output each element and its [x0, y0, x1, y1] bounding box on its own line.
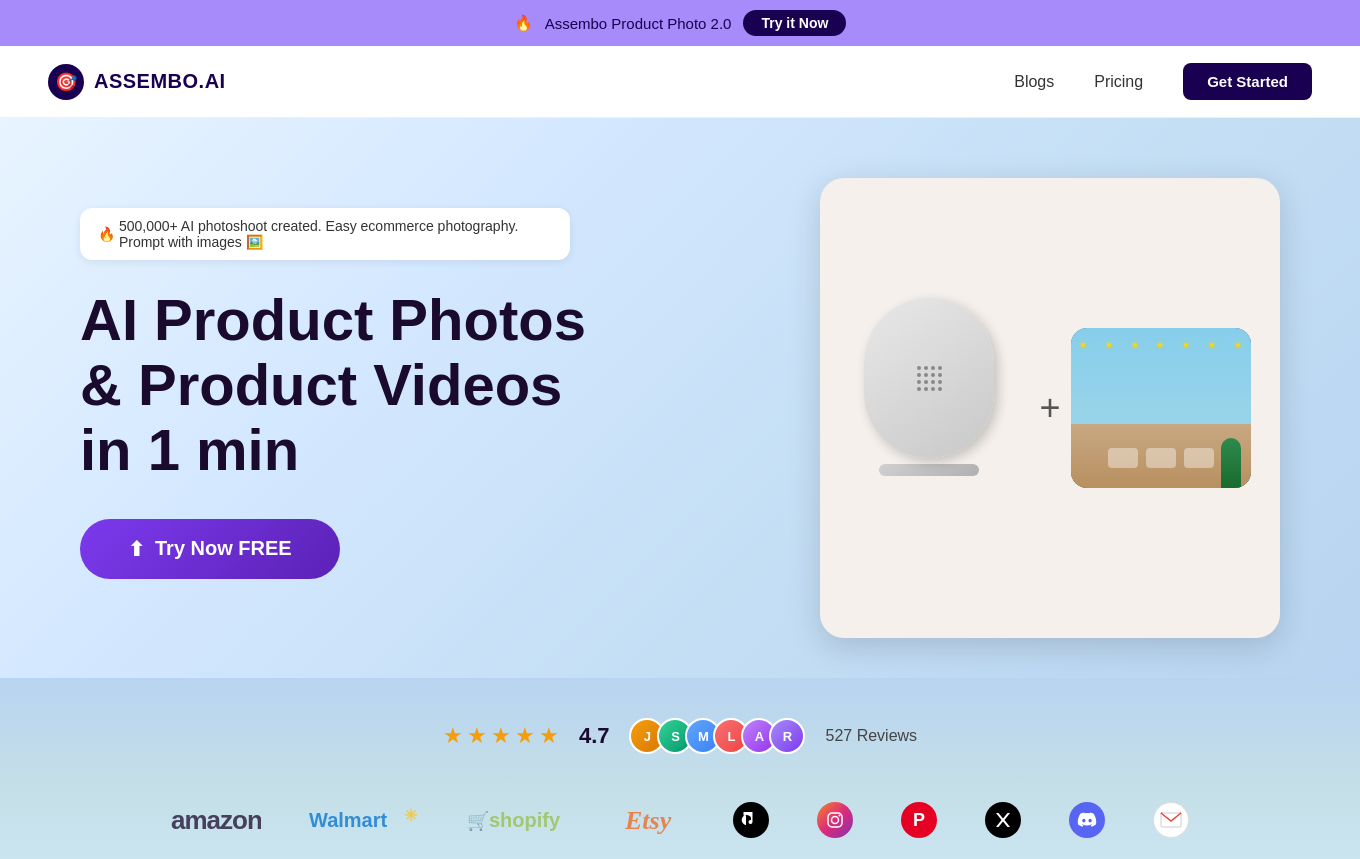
svg-text:✳: ✳ [404, 807, 418, 824]
navbar: 🎯 ASSEMBO.AI Blogs Pricing Get Started [0, 46, 1360, 118]
speaker-base [879, 464, 979, 476]
svg-text:Etsy: Etsy [625, 806, 672, 835]
nav-pricing[interactable]: Pricing [1094, 73, 1143, 91]
background-scene-card [1071, 328, 1251, 488]
scene-lights [1071, 343, 1251, 347]
nav-blogs[interactable]: Blogs [1014, 73, 1054, 91]
logo-area: 🎯 ASSEMBO.AI [48, 64, 226, 100]
top-banner: 🔥 Assembo Product Photo 2.0 Try it Now [0, 0, 1360, 46]
speaker-product [849, 298, 1009, 518]
reviews-count: 527 Reviews [825, 727, 917, 745]
star-2: ★ [467, 723, 487, 749]
banner-fire-emoji: 🔥 [514, 14, 533, 32]
brand-walmart: Walmart ✳ [309, 805, 419, 835]
brand-gmail [1153, 802, 1189, 838]
speaker-body [864, 298, 994, 458]
hero-title-line2: & Product Videos [80, 352, 562, 417]
hero-image-content: + [820, 178, 1280, 638]
svg-text:Walmart: Walmart [309, 809, 388, 831]
reviews-row: ★ ★ ★ ★ ★ 4.7 J S M L A R 527 Reviews [443, 718, 917, 754]
try-now-free-button[interactable]: ⬆ Try Now FREE [80, 519, 340, 579]
hero-product-image: + [820, 178, 1280, 638]
hero-title-line1: AI Product Photos [80, 287, 586, 352]
brand-instagram [817, 802, 853, 838]
rating-number: 4.7 [579, 723, 610, 749]
star-4: ★ [515, 723, 535, 749]
logo-text: ASSEMBO.AI [94, 70, 226, 93]
brands-row: amazon Walmart ✳ shopify 🛒 Etsy [171, 802, 1189, 838]
hero-title: AI Product Photos & Product Videos in 1 … [80, 288, 660, 483]
brand-discord [1069, 802, 1105, 838]
brand-twitter-x [985, 802, 1021, 838]
banner-text: Assembo Product Photo 2.0 [545, 15, 732, 32]
try-now-label: Try Now FREE [155, 537, 292, 560]
brand-shopify: shopify 🛒 [467, 805, 577, 835]
badge-fire: 🔥 [98, 226, 119, 242]
speaker-grille [917, 366, 942, 391]
try-now-icon: ⬆ [128, 537, 145, 561]
star-3: ★ [491, 723, 511, 749]
svg-text:amazon: amazon [171, 805, 261, 835]
brand-tiktok [733, 802, 769, 838]
hero-section: 🔥 500,000+ AI photoshoot created. Easy e… [0, 118, 1360, 678]
get-started-button[interactable]: Get Started [1183, 63, 1312, 100]
hero-left: 🔥 500,000+ AI photoshoot created. Easy e… [80, 178, 660, 579]
nav-links: Blogs Pricing Get Started [1014, 63, 1312, 100]
stars-row: ★ ★ ★ ★ ★ [443, 723, 559, 749]
svg-point-7 [832, 817, 839, 824]
hero-title-line3: in 1 min [80, 417, 299, 482]
hero-badge: 🔥 500,000+ AI photoshoot created. Easy e… [80, 208, 570, 260]
scene-plant [1221, 438, 1241, 488]
brand-amazon: amazon [171, 805, 261, 835]
svg-point-8 [839, 815, 841, 817]
banner-try-button[interactable]: Try it Now [743, 10, 846, 36]
svg-text:shopify: shopify [489, 809, 561, 831]
badge-text: 500,000+ AI photoshoot created. Easy eco… [119, 218, 552, 250]
avatar-group: J S M L A R [629, 718, 805, 754]
svg-text:🛒: 🛒 [467, 810, 490, 832]
star-5: ★ [539, 723, 559, 749]
social-proof-section: ★ ★ ★ ★ ★ 4.7 J S M L A R 527 Reviews am… [0, 678, 1360, 859]
brand-pinterest: P [901, 802, 937, 838]
scene-tables [1081, 448, 1241, 468]
star-1: ★ [443, 723, 463, 749]
brand-etsy: Etsy [625, 805, 685, 835]
logo-icon: 🎯 [48, 64, 84, 100]
plus-sign: + [1039, 387, 1060, 429]
avatar-6: R [769, 718, 805, 754]
